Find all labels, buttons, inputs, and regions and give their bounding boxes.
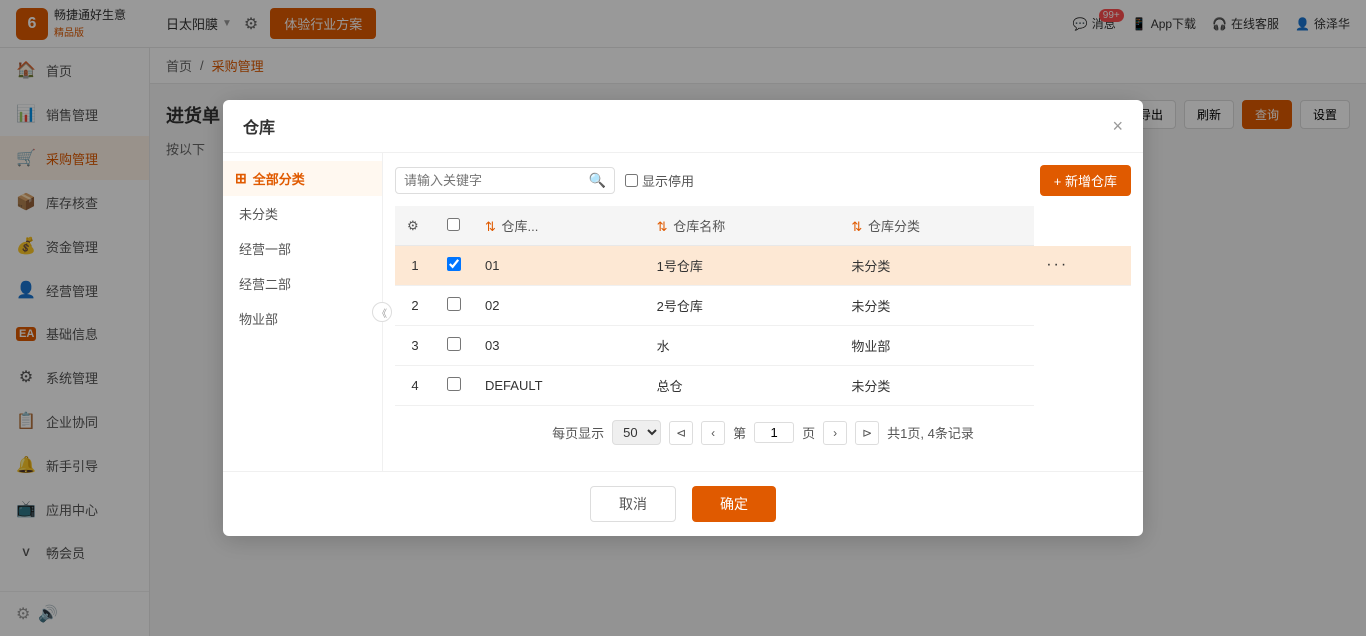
category-item-property[interactable]: 物业部 — [223, 301, 382, 336]
modal-body: ⊞ 全部分类 未分类 经营一部 经营二部 物业部 《 — [223, 153, 1143, 471]
row-code: 02 — [473, 286, 645, 326]
select-all-checkbox[interactable] — [447, 218, 460, 231]
per-page-select[interactable]: 50 — [612, 420, 661, 445]
modal-footer: 取消 确定 — [223, 471, 1143, 536]
next-page-button[interactable]: › — [823, 421, 847, 445]
show-disabled-label: 显示停用 — [642, 171, 694, 190]
row-num: 1 — [395, 246, 435, 286]
row-select-checkbox[interactable] — [447, 257, 461, 271]
grid-icon: ⊞ — [235, 170, 247, 187]
row-checkbox-cell[interactable] — [435, 326, 473, 366]
collapse-sidebar-button[interactable]: 《 — [372, 302, 392, 322]
table-row[interactable]: 3 03 水 物业部 — [395, 326, 1131, 366]
row-num: 2 — [395, 286, 435, 326]
table-row[interactable]: 1 01 1号仓库 未分类 ··· — [395, 246, 1131, 286]
category-item-operations2[interactable]: 经营二部 — [223, 266, 382, 301]
category-sidebar: ⊞ 全部分类 未分类 经营一部 经营二部 物业部 《 — [223, 153, 383, 471]
modal-overlay: 仓库 × ⊞ 全部分类 未分类 经营一部 经营二部 — [0, 0, 1366, 636]
row-category: 未分类 — [839, 366, 1034, 406]
row-actions[interactable]: ··· — [1034, 246, 1131, 286]
pagination: 每页显示 50 ⊲ ‹ 第 页 › ⊳ 共1页, 4条记录 — [395, 406, 1131, 459]
table-panel: 🔍 显示停用 + 新增仓库 ⚙ ⇅ — [383, 153, 1143, 471]
modal-title: 仓库 — [243, 114, 275, 138]
all-categories-item[interactable]: ⊞ 全部分类 — [223, 161, 382, 196]
row-code: DEFAULT — [473, 366, 645, 406]
table-row[interactable]: 4 DEFAULT 总仓 未分类 — [395, 366, 1131, 406]
show-disabled-checkbox[interactable]: 显示停用 — [625, 171, 694, 190]
new-warehouse-button[interactable]: + 新增仓库 — [1040, 165, 1131, 196]
warehouse-table: ⚙ ⇅ 仓库... ⇅ 仓库名称 ⇅ — [395, 206, 1131, 406]
all-categories-label: 全部分类 — [253, 169, 305, 188]
row-select-checkbox[interactable] — [447, 337, 461, 351]
page-label: 第 — [733, 423, 746, 442]
row-checkbox-cell[interactable] — [435, 286, 473, 326]
row-name: 1号仓库 — [645, 246, 840, 286]
th-name: ⇅ 仓库名称 — [645, 206, 840, 246]
row-num: 4 — [395, 366, 435, 406]
sort-icon-code: ⇅ — [485, 219, 496, 234]
cancel-button[interactable]: 取消 — [590, 486, 676, 522]
total-label: 共1页, 4条记录 — [887, 423, 974, 442]
th-code: ⇅ 仓库... — [473, 206, 645, 246]
th-settings[interactable]: ⚙ — [395, 206, 435, 246]
last-page-button[interactable]: ⊳ — [855, 421, 879, 445]
prev-page-button[interactable]: ‹ — [701, 421, 725, 445]
row-select-checkbox[interactable] — [447, 297, 461, 311]
search-icon: 🔍 — [589, 172, 606, 189]
th-checkbox[interactable] — [435, 206, 473, 246]
row-select-checkbox[interactable] — [447, 377, 461, 391]
warehouse-modal: 仓库 × ⊞ 全部分类 未分类 经营一部 经营二部 — [223, 100, 1143, 536]
disabled-checkbox[interactable] — [625, 174, 638, 187]
row-checkbox-cell[interactable] — [435, 246, 473, 286]
sort-icon-category: ⇅ — [851, 219, 862, 234]
per-page-label: 每页显示 — [552, 423, 604, 442]
page-input[interactable] — [754, 422, 794, 443]
row-checkbox-cell[interactable] — [435, 366, 473, 406]
row-name: 水 — [645, 326, 840, 366]
row-name: 2号仓库 — [645, 286, 840, 326]
row-category: 未分类 — [839, 246, 1034, 286]
row-num: 3 — [395, 326, 435, 366]
category-item-operations1[interactable]: 经营一部 — [223, 231, 382, 266]
category-item-unclassified[interactable]: 未分类 — [223, 196, 382, 231]
row-category: 物业部 — [839, 326, 1034, 366]
confirm-button[interactable]: 确定 — [692, 486, 776, 522]
modal-close-button[interactable]: × — [1112, 116, 1123, 137]
search-input[interactable] — [404, 173, 583, 188]
search-box: 🔍 — [395, 167, 615, 194]
modal-header: 仓库 × — [223, 100, 1143, 153]
row-category: 未分类 — [839, 286, 1034, 326]
table-row[interactable]: 2 02 2号仓库 未分类 — [395, 286, 1131, 326]
page-suffix: 页 — [802, 423, 815, 442]
row-code: 01 — [473, 246, 645, 286]
table-toolbar: 🔍 显示停用 + 新增仓库 — [395, 165, 1131, 196]
row-code: 03 — [473, 326, 645, 366]
row-name: 总仓 — [645, 366, 840, 406]
th-category: ⇅ 仓库分类 — [839, 206, 1034, 246]
first-page-button[interactable]: ⊲ — [669, 421, 693, 445]
sort-icon-name: ⇅ — [657, 219, 668, 234]
